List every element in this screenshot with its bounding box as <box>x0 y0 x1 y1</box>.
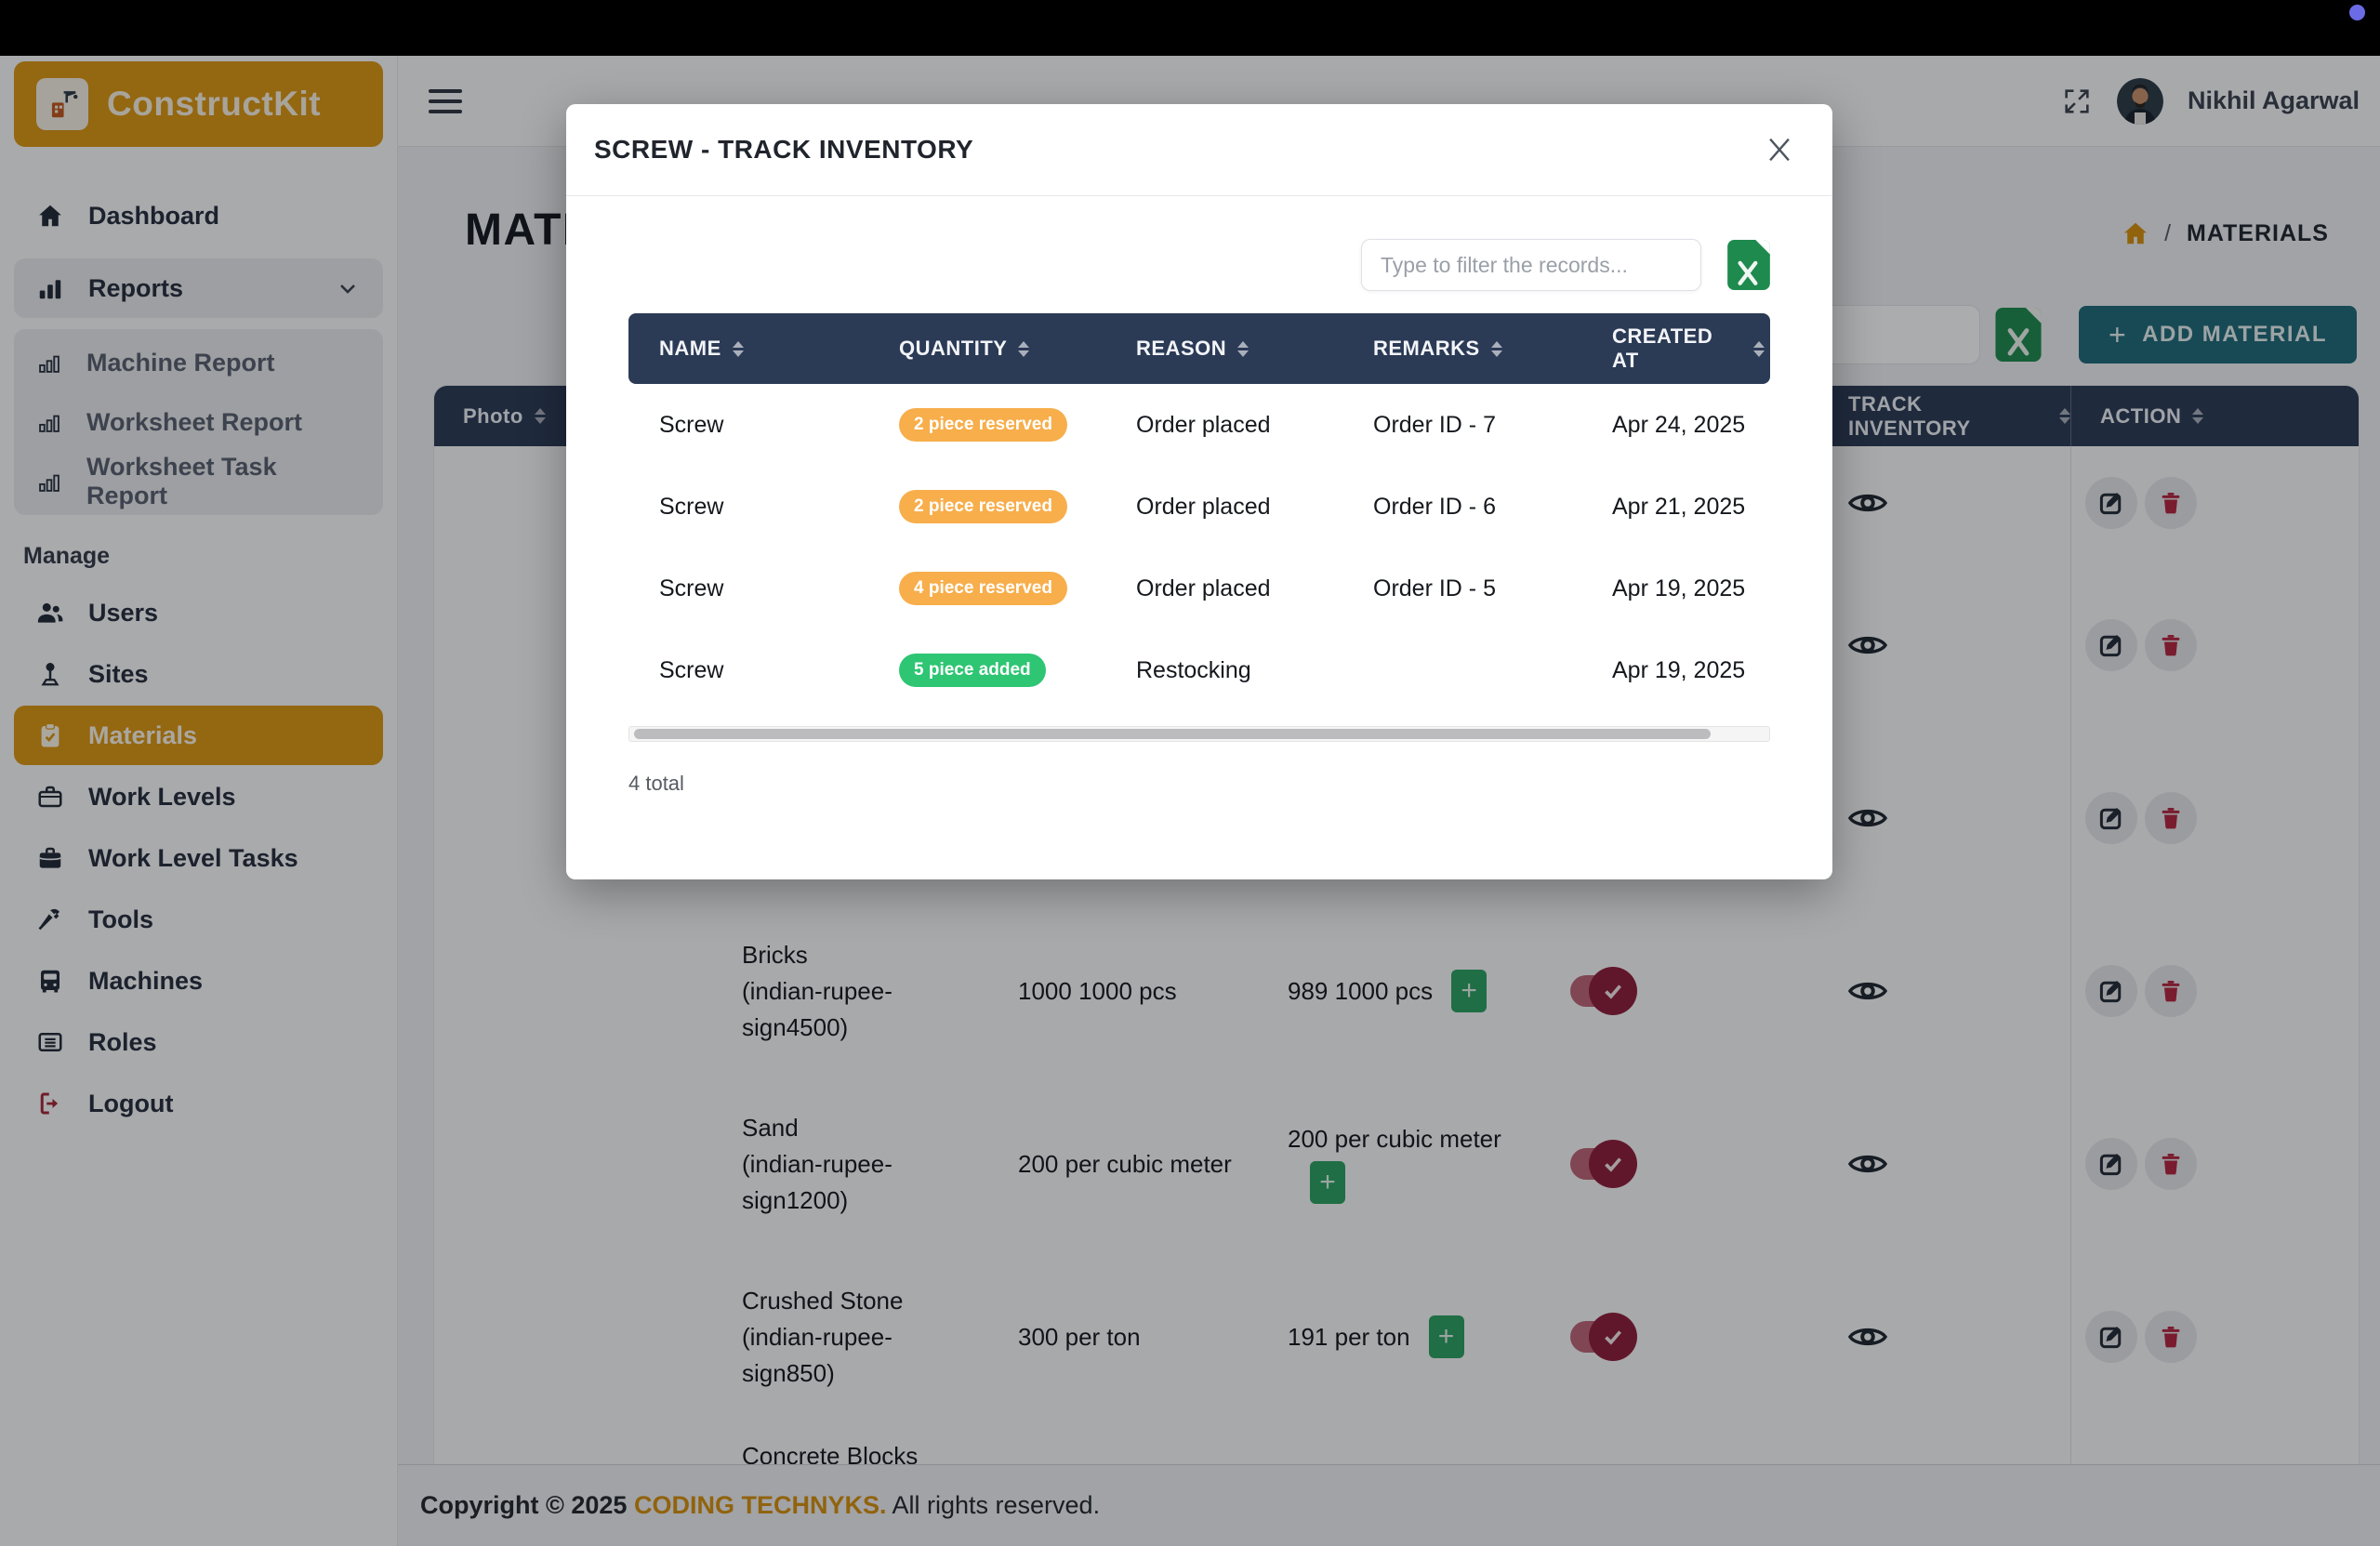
remarks: Order ID - 6 <box>1373 493 1496 520</box>
quantity-badge: 2 piece reserved <box>899 490 1067 523</box>
quantity-badge: 5 piece added <box>899 654 1046 687</box>
modal-toolbar <box>628 239 1770 291</box>
export-excel-icon[interactable] <box>1727 240 1770 290</box>
modal-title: SCREW - TRACK INVENTORY <box>594 135 974 164</box>
top-black-bar <box>0 0 2380 56</box>
scrollbar-thumb[interactable] <box>634 729 1711 739</box>
remarks: Order ID - 5 <box>1373 575 1496 601</box>
reason: Order placed <box>1136 575 1271 601</box>
remarks: Order ID - 7 <box>1373 411 1496 438</box>
item-name: Screw <box>659 411 724 438</box>
sort-icon <box>1490 340 1502 357</box>
screen: ConstructKit Dashboard Reports Machine R… <box>0 0 2380 1546</box>
created-at: Apr 19, 2025 <box>1612 656 1746 683</box>
sort-icon <box>732 340 744 357</box>
recording-dot-icon <box>2349 5 2365 20</box>
item-name: Screw <box>659 656 724 683</box>
total-count: 4 total <box>628 772 684 795</box>
inventory-row: Screw 5 piece added Restocking Apr 19, 2… <box>628 629 1770 711</box>
sort-icon <box>1018 340 1030 357</box>
column-reason[interactable]: REASON <box>1105 337 1342 361</box>
close-icon[interactable] <box>1764 134 1795 165</box>
reason: Restocking <box>1136 656 1251 683</box>
quantity-badge: 4 piece reserved <box>899 572 1067 605</box>
column-created-at[interactable]: CREATED AT <box>1581 324 1765 373</box>
inventory-row: Screw 2 piece reserved Order placed Orde… <box>628 466 1770 548</box>
track-inventory-modal: SCREW - TRACK INVENTORY NAME QUANTITY RE… <box>566 104 1832 879</box>
created-at: Apr 24, 2025 <box>1612 411 1746 438</box>
inventory-row: Screw 4 piece reserved Order placed Orde… <box>628 548 1770 629</box>
inventory-table: NAME QUANTITY REASON REMARKS CREATED AT … <box>628 313 1770 796</box>
column-remarks[interactable]: REMARKS <box>1342 337 1581 361</box>
sort-icon <box>1237 340 1250 357</box>
inventory-row: Screw 2 piece reserved Order placed Orde… <box>628 384 1770 466</box>
reason: Order placed <box>1136 493 1271 520</box>
modal-header: SCREW - TRACK INVENTORY <box>566 104 1832 196</box>
horizontal-scrollbar <box>628 726 1770 742</box>
filter-records-input[interactable] <box>1361 239 1701 291</box>
reason: Order placed <box>1136 411 1271 438</box>
sort-icon <box>1753 340 1765 357</box>
item-name: Screw <box>659 575 724 601</box>
created-at: Apr 21, 2025 <box>1612 493 1746 520</box>
modal-body: NAME QUANTITY REASON REMARKS CREATED AT … <box>566 239 1832 796</box>
quantity-badge: 2 piece reserved <box>899 408 1067 442</box>
inventory-table-header: NAME QUANTITY REASON REMARKS CREATED AT <box>628 313 1770 384</box>
column-quantity[interactable]: QUANTITY <box>868 337 1105 361</box>
column-name[interactable]: NAME <box>628 337 868 361</box>
created-at: Apr 19, 2025 <box>1612 575 1746 601</box>
item-name: Screw <box>659 493 724 520</box>
